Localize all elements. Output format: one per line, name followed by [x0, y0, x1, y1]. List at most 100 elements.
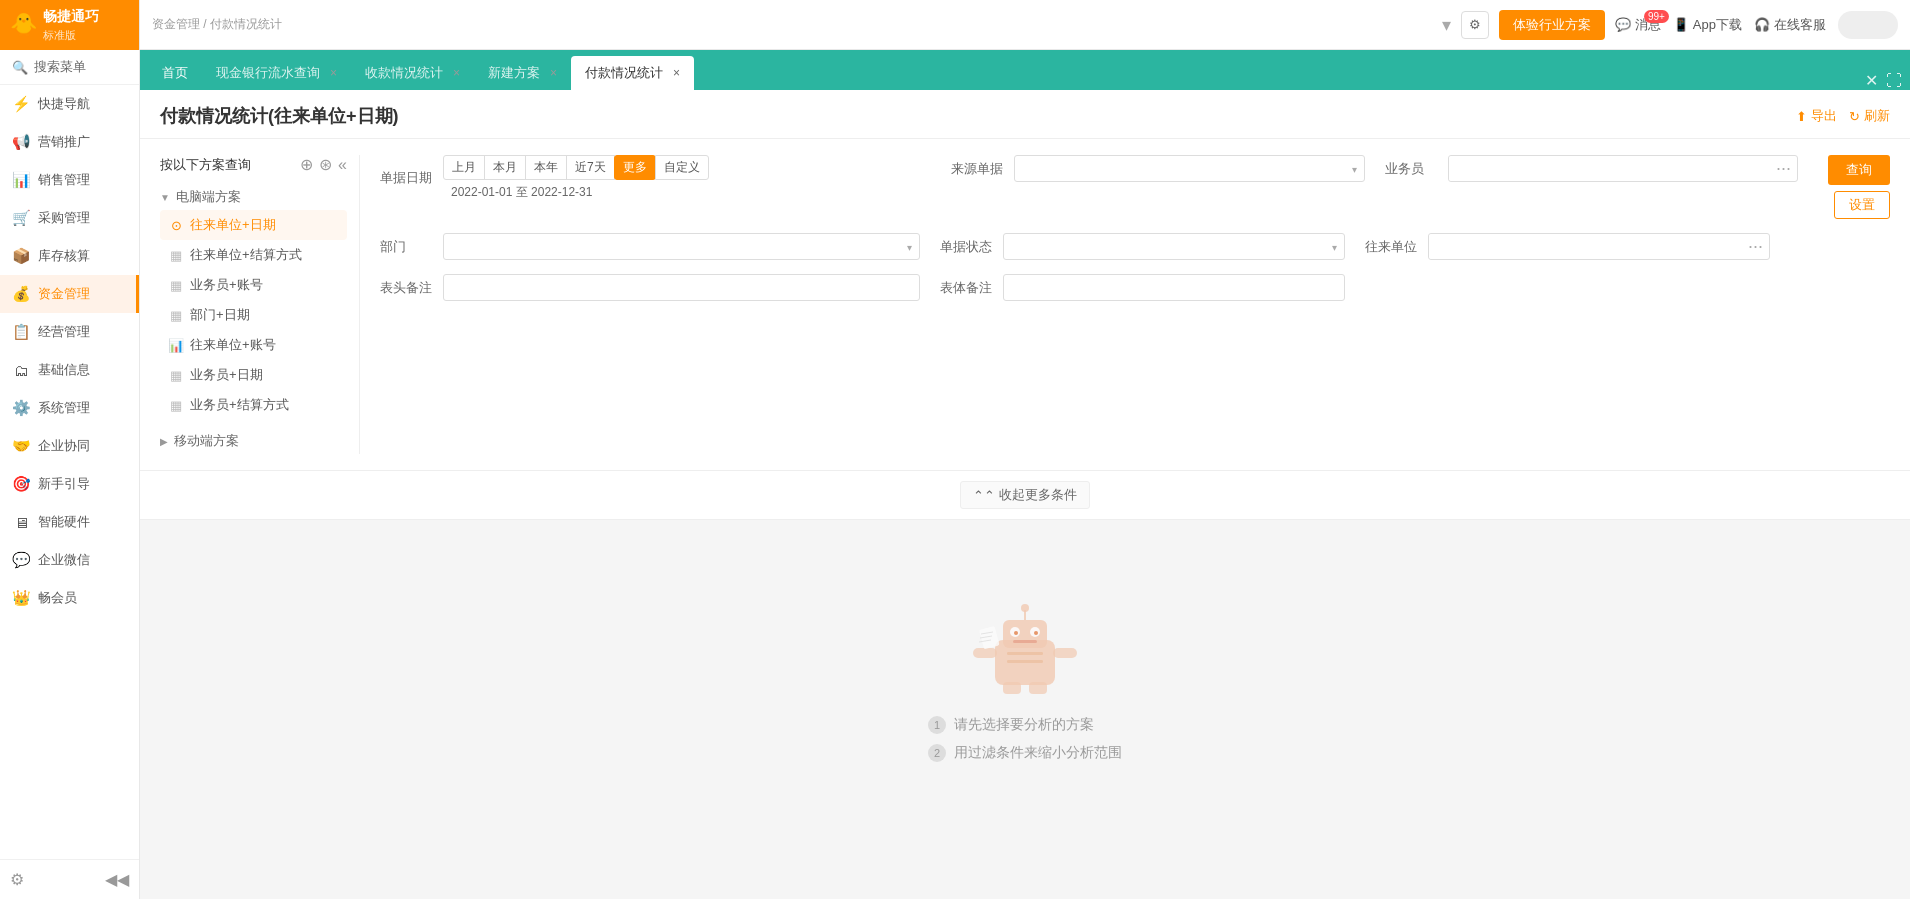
sidebar-footer: ⚙ ◀◀ — [0, 859, 139, 899]
tab-bank-flow[interactable]: 现金银行流水查询 × — [202, 56, 351, 90]
tabs-expand-icon[interactable]: ⛶ — [1886, 72, 1902, 90]
sidebar-settings-icon[interactable]: ⚙ — [10, 870, 24, 889]
section-toggle-icon: ▼ — [160, 192, 170, 203]
dept-label: 部门 — [380, 238, 435, 256]
date-btn-this-year[interactable]: 本年 — [525, 155, 567, 180]
scheme-item-staff-date[interactable]: ▦ 业务员+日期 — [160, 360, 347, 390]
sidebar-item-system[interactable]: ⚙️ 系统管理 — [0, 389, 139, 427]
body-note-label: 表体备注 — [940, 279, 995, 297]
scheme-item-unit-date[interactable]: ⊙ 往来单位+日期 — [160, 210, 347, 240]
scheme-collapse-button[interactable]: « — [338, 156, 347, 174]
tab-home[interactable]: 首页 — [148, 56, 202, 90]
tabs-bar: 首页 现金银行流水查询 × 收款情况统计 × 新建方案 × 付款情况统计 × ✕… — [140, 50, 1910, 90]
online-service-button[interactable]: 🎧 在线客服 — [1754, 16, 1826, 34]
tabs-close-all-icon[interactable]: ✕ — [1865, 71, 1878, 90]
desktop-section-header[interactable]: ▼ 电脑端方案 — [160, 184, 347, 210]
scheme-item-label: 往来单位+结算方式 — [190, 246, 302, 264]
sidebar-item-inventory[interactable]: 📦 库存核算 — [0, 237, 139, 275]
user-avatar — [1838, 11, 1898, 39]
sidebar-nav: ⚡ 快捷导航 📢 营销推广 📊 销售管理 🛒 采购管理 📦 库存核算 💰 资金管… — [0, 85, 139, 859]
sidebar-item-marketing[interactable]: 📢 营销推广 — [0, 123, 139, 161]
topbar-dropdown-icon[interactable]: ▾ — [1442, 14, 1451, 36]
header-note-input[interactable] — [443, 274, 920, 301]
sidebar-item-vip[interactable]: 👑 畅会员 — [0, 579, 139, 617]
refresh-button[interactable]: ↻ 刷新 — [1849, 107, 1890, 125]
svg-point-5 — [1034, 631, 1038, 635]
app-download-button[interactable]: 📱 App下载 — [1673, 16, 1742, 34]
tab-bank-flow-close[interactable]: × — [330, 66, 337, 80]
query-button[interactable]: 查询 — [1828, 155, 1890, 185]
export-button[interactable]: ⬆ 导出 — [1796, 107, 1837, 125]
scheme-item-unit-account[interactable]: 📊 往来单位+账号 — [160, 330, 347, 360]
scheme-item-dept-date[interactable]: ▦ 部门+日期 — [160, 300, 347, 330]
user-area[interactable] — [1838, 11, 1898, 39]
date-btn-this-month[interactable]: 本月 — [484, 155, 526, 180]
trial-button[interactable]: 体验行业方案 — [1499, 10, 1605, 40]
sidebar-item-quick-nav[interactable]: ⚡ 快捷导航 — [0, 85, 139, 123]
settings-small-button[interactable]: 设置 — [1834, 191, 1890, 219]
sidebar-item-label: 快捷导航 — [38, 95, 90, 113]
date-btn-custom[interactable]: 自定义 — [655, 155, 709, 180]
sidebar-item-label: 库存核算 — [38, 247, 90, 265]
sidebar-item-sales[interactable]: 📊 销售管理 — [0, 161, 139, 199]
sidebar-item-enterprise[interactable]: 🤝 企业协同 — [0, 427, 139, 465]
date-btn-7days[interactable]: 近7天 — [566, 155, 615, 180]
partner-more-icon[interactable]: ··· — [1742, 236, 1769, 257]
tab-payment-stats-close[interactable]: × — [673, 66, 680, 80]
export-icon: ⬆ — [1796, 109, 1807, 124]
source-select-wrapper: ▾ — [1014, 155, 1364, 182]
page-title: 付款情况统计(往来单位+日期) — [160, 104, 399, 128]
staff-label: 业务员 — [1385, 160, 1440, 178]
sidebar-item-basic[interactable]: 🗂 基础信息 — [0, 351, 139, 389]
topbar-settings-button[interactable]: ⚙ — [1461, 11, 1489, 39]
filter-panel: 按以下方案查询 ⊕ ⊛ « ▼ 电脑端方案 ⊙ 往来单位+日期 — [140, 139, 1910, 471]
topbar: 资金管理 / 付款情况统计 ▾ ⚙ 体验行业方案 💬 消息 99+ 📱 App下… — [140, 0, 1910, 50]
dept-select[interactable] — [443, 233, 920, 260]
filter-row-2: 部门 ▾ 单据状态 ▾ 往来单位 — [380, 233, 1890, 260]
sidebar-item-operation[interactable]: 📋 经营管理 — [0, 313, 139, 351]
partner-input[interactable] — [1429, 234, 1742, 259]
staff-more-icon[interactable]: ··· — [1770, 158, 1797, 179]
scheme-item-unit-payment[interactable]: ▦ 往来单位+结算方式 — [160, 240, 347, 270]
sidebar-item-purchase[interactable]: 🛒 采购管理 — [0, 199, 139, 237]
tab-payment-stats[interactable]: 付款情况统计 × — [571, 56, 694, 90]
scheme-item-label: 部门+日期 — [190, 306, 250, 324]
message-button[interactable]: 💬 消息 99+ — [1615, 16, 1661, 34]
sidebar-search-item[interactable]: 🔍 搜索菜单 — [0, 50, 139, 85]
svg-rect-1 — [1003, 620, 1047, 648]
sidebar-item-hardware[interactable]: 🖥 智能硬件 — [0, 503, 139, 541]
sidebar-collapse-icon[interactable]: ◀◀ — [105, 870, 129, 889]
scheme-item-staff-account[interactable]: ▦ 业务员+账号 — [160, 270, 347, 300]
mobile-toggle-icon: ▶ — [160, 436, 168, 447]
header-note-label: 表头备注 — [380, 279, 435, 297]
body-note-input[interactable] — [1003, 274, 1345, 301]
scheme-item-staff-payment[interactable]: ▦ 业务员+结算方式 — [160, 390, 347, 420]
sidebar-item-guide[interactable]: 🎯 新手引导 — [0, 465, 139, 503]
sidebar-header: 🐥 畅捷通巧 标准版 — [0, 0, 139, 50]
tab-new-scheme[interactable]: 新建方案 × — [474, 56, 571, 90]
robot-illustration — [965, 600, 1085, 700]
sidebar-item-wechat[interactable]: 💬 企业微信 — [0, 541, 139, 579]
sidebar-item-finance[interactable]: 💰 资金管理 — [0, 275, 139, 313]
sidebar-item-label: 系统管理 — [38, 399, 90, 417]
wechat-icon: 💬 — [12, 551, 30, 569]
mobile-section-header[interactable]: ▶ 移动端方案 — [160, 428, 347, 454]
tab-receipt-stats-close[interactable]: × — [453, 66, 460, 80]
date-btn-more[interactable]: 更多 — [614, 155, 656, 180]
tab-new-scheme-label: 新建方案 — [488, 64, 540, 82]
sidebar-logo-text: 畅捷通巧 — [43, 8, 99, 26]
svg-rect-9 — [1003, 682, 1021, 694]
date-btn-last-month[interactable]: 上月 — [443, 155, 485, 180]
scheme-settings-button[interactable]: ⊛ — [319, 155, 332, 174]
tab-payment-stats-label: 付款情况统计 — [585, 64, 663, 82]
empty-tip-1: 1 请先选择要分析的方案 — [928, 716, 1122, 734]
source-select[interactable] — [1014, 155, 1364, 182]
chevron-up-icon: ⌃⌃ — [973, 488, 995, 503]
add-scheme-button[interactable]: ⊕ — [300, 155, 313, 174]
tab-receipt-stats[interactable]: 收款情况统计 × — [351, 56, 474, 90]
voucher-status-select[interactable] — [1003, 233, 1345, 260]
collapse-button[interactable]: ⌃⌃ 收起更多条件 — [960, 481, 1090, 509]
tab-new-scheme-close[interactable]: × — [550, 66, 557, 80]
tab-home-label: 首页 — [162, 64, 188, 82]
staff-input[interactable] — [1449, 156, 1770, 181]
